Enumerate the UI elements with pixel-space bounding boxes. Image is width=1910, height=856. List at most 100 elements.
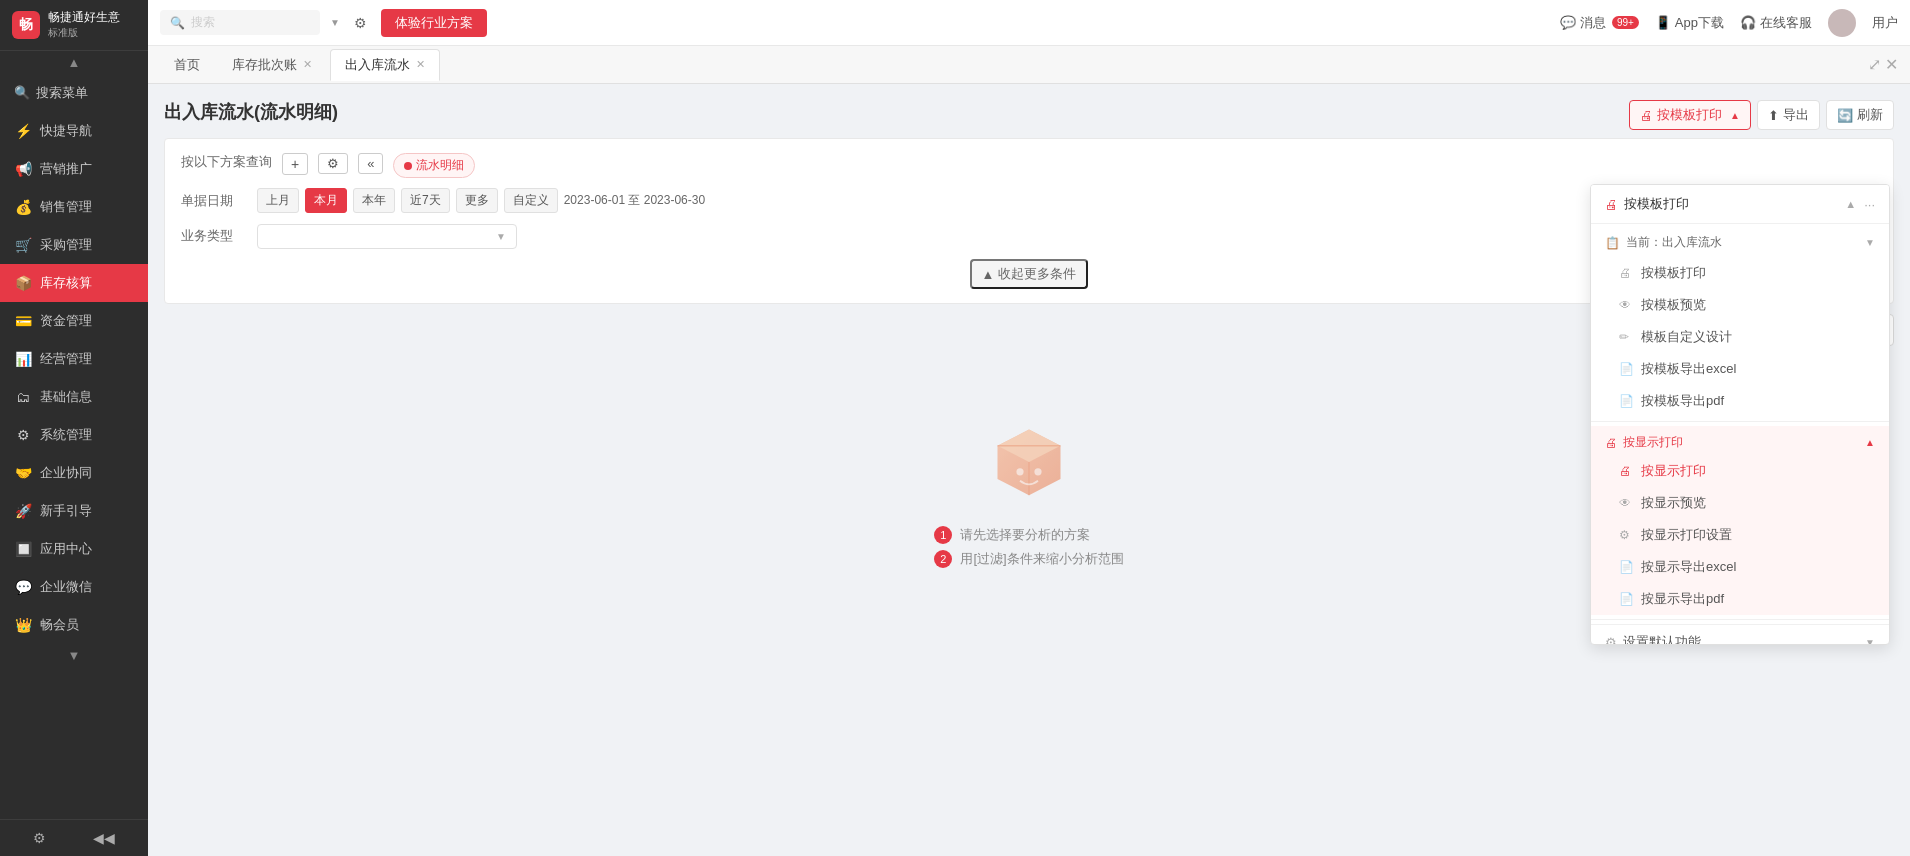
sidebar: 畅 畅捷通好生意 标准版 ▲ 🔍 搜索菜单 ⚡ 快捷导航 📢 营销推广 💰 销售…	[0, 0, 148, 856]
tab-home[interactable]: 首页	[160, 50, 214, 80]
tab-flowlist[interactable]: 出入库流水 ✕	[330, 49, 440, 81]
tabs-collapse-icon[interactable]: ✕	[1885, 55, 1898, 74]
tab-batch[interactable]: 库存批次账 ✕	[218, 50, 326, 80]
filter-gear-btn[interactable]: ⚙	[318, 153, 348, 174]
page-content: 出入库流水(流水明细) 🖨 按模板打印 ▲ ⬆ 导出 🔄 刷新 按以下方案查询 …	[148, 84, 1910, 856]
app-download-icon: 📱	[1655, 15, 1671, 30]
date-btn-last-month[interactable]: 上月	[257, 188, 299, 213]
page-actions: 🖨 按模板打印 ▲ ⬆ 导出 🔄 刷新	[1629, 100, 1894, 130]
topbar-app-download[interactable]: 📱 App下载	[1655, 14, 1724, 32]
operation-icon: 📊	[14, 351, 32, 367]
print-dropdown-arrow[interactable]: ▲	[1730, 110, 1740, 121]
topbar-message[interactable]: 💬 消息 99+	[1560, 14, 1639, 32]
topbar-right: 💬 消息 99+ 📱 App下载 🎧 在线客服 用户	[1560, 9, 1898, 37]
inventory-icon: 📦	[14, 275, 32, 291]
export-btn[interactable]: ⬆ 导出	[1757, 100, 1820, 130]
sidebar-logo: 畅 畅捷通好生意 标准版	[0, 0, 148, 51]
dp-dexcel-icon: 📄	[1619, 560, 1633, 574]
filter-chip-dot	[404, 162, 412, 170]
sidebar-item-sales[interactable]: 💰 销售管理	[0, 188, 148, 226]
dp-display-pdf[interactable]: 📄 按显示导出pdf	[1591, 583, 1889, 615]
topbar: 🔍 搜索 ▼ ⚙ 体验行业方案 💬 消息 99+ 📱 App下载 🎧 在线客服 …	[148, 0, 1910, 46]
filter-chip[interactable]: 流水明细	[393, 153, 475, 178]
empty-icon	[984, 416, 1074, 506]
sidebar-scroll-down[interactable]: ▼	[0, 644, 148, 667]
date-btn-this-year[interactable]: 本年	[353, 188, 395, 213]
dp-template-preview[interactable]: 👁 按模板预览	[1591, 289, 1889, 321]
dp-dsettings-icon: ⚙	[1619, 528, 1633, 542]
sidebar-search[interactable]: 🔍 搜索菜单	[0, 74, 148, 112]
dp-bottom-item[interactable]: ⚙ 设置默认功能 ▼	[1591, 624, 1889, 644]
dp-display-print[interactable]: 🖨 按显示打印	[1591, 455, 1889, 487]
sidebar-item-guide[interactable]: 🚀 新手引导	[0, 492, 148, 530]
sidebar-item-appstore[interactable]: 🔲 应用中心	[0, 530, 148, 568]
dp-display-excel[interactable]: 📄 按显示导出excel	[1591, 551, 1889, 583]
dp-current-arrow[interactable]: ▼	[1865, 237, 1875, 248]
topbar-gear-icon[interactable]: ⚙	[354, 15, 367, 31]
date-btn-more[interactable]: 更多	[456, 188, 498, 213]
dp-print-icon: 🖨	[1605, 197, 1618, 212]
sidebar-item-coop[interactable]: 🤝 企业协同	[0, 454, 148, 492]
filter-collapse-btn[interactable]: ▲ 收起更多条件	[970, 259, 1089, 289]
topbar-search-box[interactable]: 🔍 搜索	[160, 10, 320, 35]
topbar-customer-service[interactable]: 🎧 在线客服	[1740, 14, 1812, 32]
dp-template-pdf[interactable]: 📄 按模板导出pdf	[1591, 385, 1889, 417]
user-name[interactable]: 用户	[1872, 14, 1898, 32]
date-btn-this-month[interactable]: 本月	[305, 188, 347, 213]
dp-display-arrow[interactable]: ▲	[1865, 437, 1875, 448]
print-icon: 🖨	[1640, 108, 1653, 123]
trial-btn[interactable]: 体验行业方案	[381, 9, 487, 37]
sidebar-item-operation[interactable]: 📊 经营管理	[0, 340, 148, 378]
dp-current-section[interactable]: 📋 当前：出入库流水 ▼	[1591, 224, 1889, 257]
appstore-icon: 🔲	[14, 541, 32, 557]
sidebar-scroll-up[interactable]: ▲	[0, 51, 148, 74]
refresh-btn[interactable]: 🔄 刷新	[1826, 100, 1894, 130]
sidebar-item-finance[interactable]: 💳 资金管理	[0, 302, 148, 340]
dp-texcel-icon: 📄	[1619, 362, 1633, 376]
user-avatar[interactable]	[1828, 9, 1856, 37]
tab-flowlist-close[interactable]: ✕	[416, 58, 425, 71]
dp-template-excel[interactable]: 📄 按模板导出excel	[1591, 353, 1889, 385]
topbar-search-icon: 🔍	[170, 16, 185, 30]
dp-tpreview-icon: 👁	[1619, 298, 1633, 312]
dp-display-print-section: 🖨 按显示打印 ▲ 🖨 按显示打印 👁 按显示预览 ⚙	[1591, 426, 1889, 615]
sidebar-item-marketing[interactable]: 📢 营销推广	[0, 150, 148, 188]
biz-type-select[interactable]: ▼	[257, 224, 517, 249]
dp-tdesign-icon: ✏	[1619, 330, 1633, 344]
collapse-up-icon: ▲	[982, 267, 995, 282]
sidebar-item-system[interactable]: ⚙ 系统管理	[0, 416, 148, 454]
dp-dpdf-icon: 📄	[1619, 592, 1633, 606]
sidebar-item-basic[interactable]: 🗂 基础信息	[0, 378, 148, 416]
dp-display-preview[interactable]: 👁 按显示预览	[1591, 487, 1889, 519]
sidebar-item-wechat[interactable]: 💬 企业微信	[0, 568, 148, 606]
sidebar-item-quick-nav[interactable]: ⚡ 快捷导航	[0, 112, 148, 150]
filter-add-btn[interactable]: +	[282, 153, 308, 175]
sales-icon: 💰	[14, 199, 32, 215]
tabs-expand-icon[interactable]: ⤢	[1868, 55, 1881, 74]
search-icon: 🔍	[14, 85, 30, 100]
date-btn-custom[interactable]: 自定义	[504, 188, 558, 213]
logo-icon: 畅	[12, 11, 40, 39]
print-template-btn[interactable]: 🖨 按模板打印 ▲	[1629, 100, 1751, 130]
sidebar-bottom: ⚙ ◀◀	[0, 819, 148, 856]
basic-icon: 🗂	[14, 389, 32, 405]
dp-template-print[interactable]: 🖨 按模板打印	[1591, 257, 1889, 289]
message-icon: 💬	[1560, 15, 1576, 30]
sidebar-settings-btn[interactable]: ⚙	[33, 830, 46, 846]
dp-template-design[interactable]: ✏ 模板自定义设计	[1591, 321, 1889, 353]
sidebar-toggle-btn[interactable]: ◀◀	[93, 830, 115, 846]
dp-display-settings[interactable]: ⚙ 按显示打印设置	[1591, 519, 1889, 551]
tab-batch-close[interactable]: ✕	[303, 58, 312, 71]
sidebar-item-inventory[interactable]: 📦 库存核算	[0, 264, 148, 302]
filter-collapse-left-btn[interactable]: «	[358, 153, 383, 174]
date-btn-7days[interactable]: 近7天	[401, 188, 450, 213]
sidebar-item-purchase[interactable]: 🛒 采购管理	[0, 226, 148, 264]
dp-more-icon[interactable]: ···	[1864, 197, 1875, 212]
dp-bottom-icon: ⚙	[1605, 635, 1617, 645]
coop-icon: 🤝	[14, 465, 32, 481]
finance-icon: 💳	[14, 313, 32, 329]
sidebar-item-member[interactable]: 👑 畅会员	[0, 606, 148, 644]
dp-up-arrow[interactable]: ▲	[1845, 198, 1856, 210]
topbar-dropdown-caret[interactable]: ▼	[330, 17, 340, 28]
dp-tpdf-icon: 📄	[1619, 394, 1633, 408]
